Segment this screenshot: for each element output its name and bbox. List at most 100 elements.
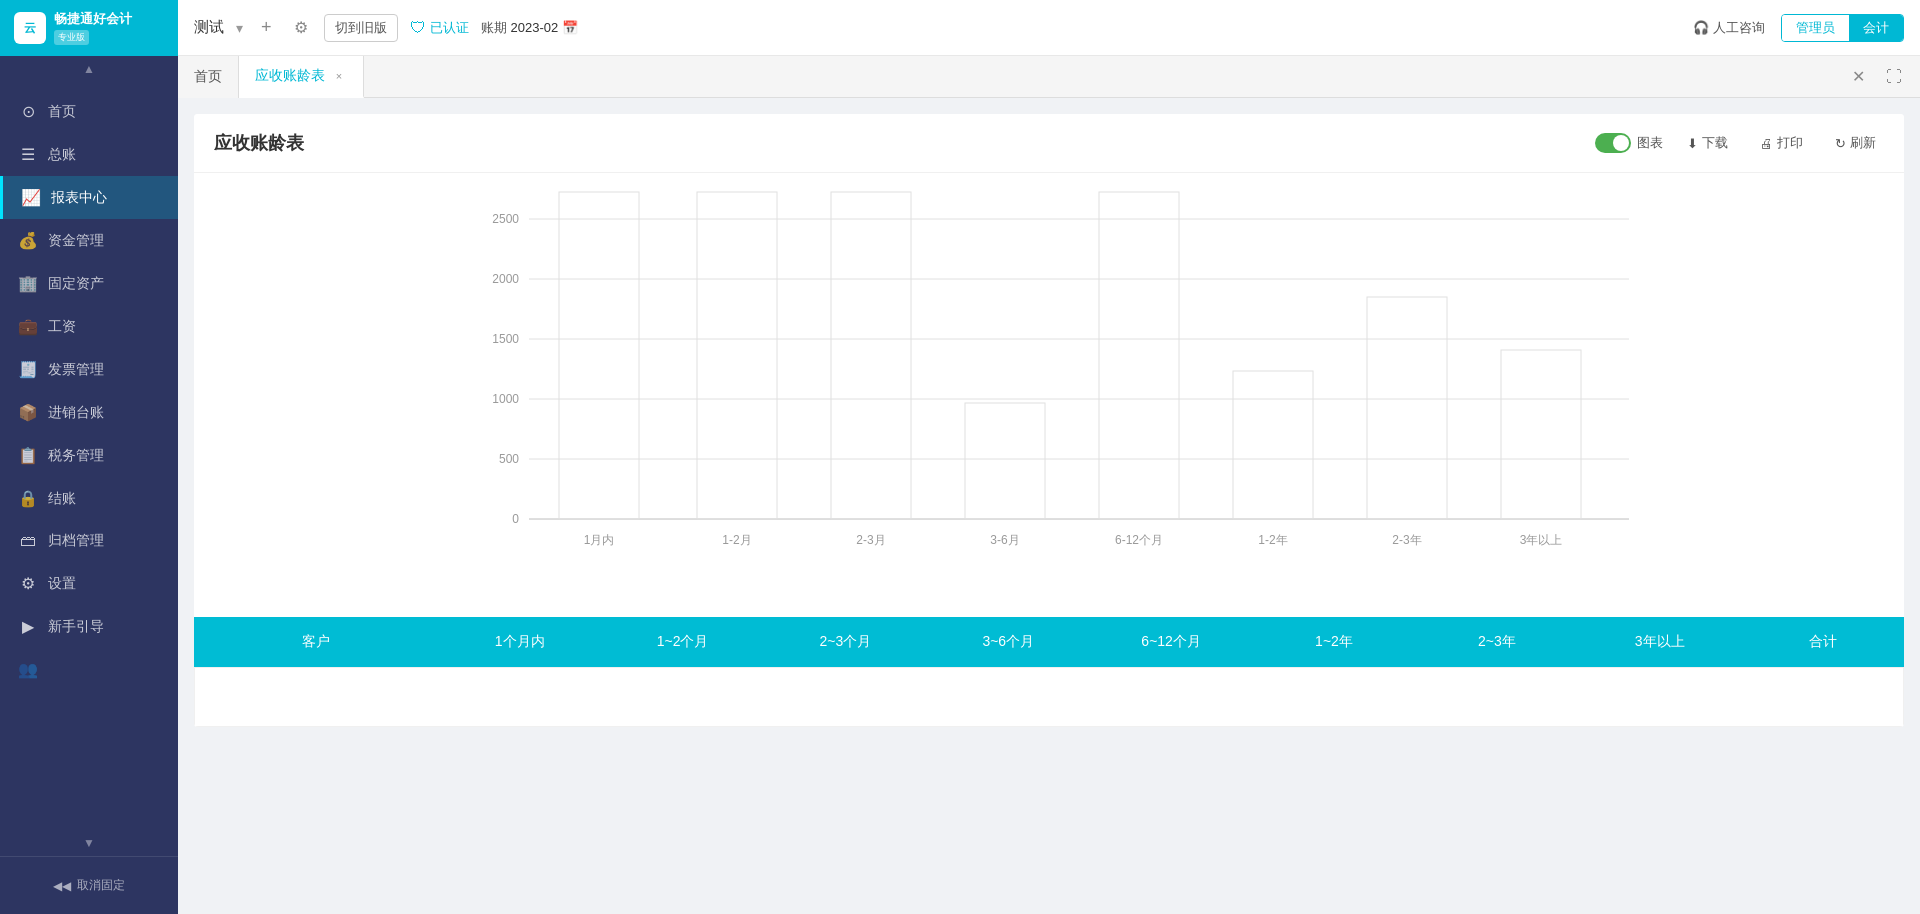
col-3y-plus: 3年以上: [1578, 617, 1741, 667]
sidebar-bottom: ◀◀ 取消固定: [0, 856, 178, 914]
header-right: 🎧 人工咨询 管理员 会计: [1693, 14, 1904, 42]
svg-text:0: 0: [512, 512, 519, 526]
sidebar-item-archive[interactable]: 🗃 归档管理: [0, 520, 178, 562]
close-tab-button[interactable]: ✕: [1844, 63, 1872, 91]
sidebar-item-home[interactable]: ⊙ 首页: [0, 90, 178, 133]
top-header: 测试 ▾ + ⚙ 切到旧版 🛡 已认证 账期 2023-02 📅 🎧 人工咨询 …: [178, 0, 1920, 56]
archive-icon: 🗃: [18, 532, 38, 550]
scroll-down-arrow[interactable]: ▼: [81, 834, 97, 852]
print-label: 打印: [1777, 134, 1803, 152]
sidebar-label-archive: 归档管理: [48, 532, 104, 550]
tabs-right-controls: ✕ ⛶: [1844, 63, 1920, 91]
col-total: 合计: [1741, 617, 1904, 667]
chart-toggle-label: 图表: [1637, 134, 1663, 152]
report-container: 应收账龄表 图表 ⬇ 下载 🖨 打印 ↻: [194, 114, 1904, 727]
sidebar-item-closing[interactable]: 🔒 结账: [0, 477, 178, 520]
refresh-label: 刷新: [1850, 134, 1876, 152]
svg-text:1-2年: 1-2年: [1258, 533, 1287, 547]
sidebar-item-partial[interactable]: 👥: [0, 648, 178, 691]
svg-text:1500: 1500: [492, 332, 519, 346]
tax-icon: 📋: [18, 446, 38, 465]
svg-text:500: 500: [499, 452, 519, 466]
svg-rect-19: [1367, 297, 1447, 519]
shield-icon: 🛡: [410, 19, 426, 37]
logo-name: 畅捷通好会计: [54, 11, 132, 28]
cancel-fixed-button[interactable]: ◀◀ 取消固定: [0, 867, 178, 904]
col-2-3m: 2~3个月: [764, 617, 927, 667]
report-title: 应收账龄表: [214, 131, 304, 155]
sidebar-item-settings[interactable]: ⚙ 设置: [0, 562, 178, 605]
sidebar-label-inventory: 进销台账: [48, 404, 104, 422]
svg-text:1-2月: 1-2月: [722, 533, 751, 547]
tab-ar-aging[interactable]: 应收账龄表 ×: [239, 56, 364, 98]
refresh-button[interactable]: ↻ 刷新: [1827, 130, 1884, 156]
chart-toggle-switch[interactable]: [1595, 133, 1631, 153]
project-name: 测试: [194, 18, 224, 37]
sidebar-label-tax: 税务管理: [48, 447, 104, 465]
user-tabs: 管理员 会计: [1781, 14, 1904, 42]
tabs-bar: 首页 应收账龄表 × ✕ ⛶: [178, 56, 1920, 98]
inventory-icon: 📦: [18, 403, 38, 422]
cancel-fixed-icon: ◀◀: [53, 879, 71, 893]
tab-manager[interactable]: 管理员: [1782, 15, 1849, 41]
sidebar-item-inventory[interactable]: 📦 进销台账: [0, 391, 178, 434]
tab-ar-aging-close[interactable]: ×: [331, 68, 347, 84]
sidebar-item-tax[interactable]: 📋 税务管理: [0, 434, 178, 477]
partial-icon: 👥: [18, 660, 38, 679]
chart-toggle-group: 图表: [1595, 133, 1663, 153]
certified-badge: 🛡 已认证: [410, 19, 469, 37]
sidebar-item-ledger[interactable]: ☰ 总账: [0, 133, 178, 176]
scroll-up-arrow[interactable]: ▲: [81, 60, 97, 78]
report-header: 应收账龄表 图表 ⬇ 下载 🖨 打印 ↻: [194, 114, 1904, 172]
maximize-button[interactable]: ⛶: [1880, 63, 1908, 91]
sidebar-item-guide[interactable]: ▶ 新手引导: [0, 605, 178, 648]
sidebar-label-closing: 结账: [48, 490, 76, 508]
service-button[interactable]: 🎧 人工咨询: [1693, 19, 1765, 37]
ledger-icon: ☰: [18, 145, 38, 164]
svg-text:2000: 2000: [492, 272, 519, 286]
svg-rect-18: [1233, 371, 1313, 519]
col-1m: 1个月内: [438, 617, 601, 667]
sidebar-label-payroll: 工资: [48, 318, 76, 336]
page-content: 应收账龄表 图表 ⬇ 下载 🖨 打印 ↻: [178, 98, 1920, 914]
sidebar-item-payroll[interactable]: 💼 工资: [0, 305, 178, 348]
sidebar-item-invoice[interactable]: 🧾 发票管理: [0, 348, 178, 391]
download-label: 下载: [1702, 134, 1728, 152]
svg-rect-14: [697, 192, 777, 519]
sidebar: 云 畅捷通好会计 专业版 ▲ ⊙ 首页 ☰ 总账 📈 报表中心 💰 资金管理 🏢: [0, 0, 178, 914]
sidebar-item-reports[interactable]: 📈 报表中心: [0, 176, 178, 219]
service-label: 人工咨询: [1713, 19, 1765, 37]
sidebar-item-assets[interactable]: 🏢 固定资产: [0, 262, 178, 305]
svg-text:3-6月: 3-6月: [990, 533, 1019, 547]
dropdown-arrow-icon[interactable]: ▾: [236, 20, 243, 36]
download-icon: ⬇: [1687, 136, 1698, 151]
sidebar-label-reports: 报表中心: [51, 189, 107, 207]
sidebar-label-funds: 资金管理: [48, 232, 104, 250]
col-1-2m: 1~2个月: [601, 617, 764, 667]
chart-area: 0 500 1000 1500 2000 2500: [194, 172, 1904, 605]
tab-home[interactable]: 首页: [178, 56, 239, 98]
sidebar-label-assets: 固定资产: [48, 275, 104, 293]
header-settings-icon[interactable]: ⚙: [288, 16, 314, 39]
print-button[interactable]: 🖨 打印: [1752, 130, 1811, 156]
calendar-icon[interactable]: 📅: [562, 20, 578, 35]
svg-rect-17: [1099, 192, 1179, 519]
download-button[interactable]: ⬇ 下载: [1679, 130, 1736, 156]
cancel-fixed-label: 取消固定: [77, 877, 125, 894]
svg-text:1月内: 1月内: [584, 533, 615, 547]
invoice-icon: 🧾: [18, 360, 38, 379]
old-version-button[interactable]: 切到旧版: [324, 14, 398, 42]
col-2-3y: 2~3年: [1415, 617, 1578, 667]
add-project-icon[interactable]: +: [255, 15, 278, 40]
period-value: 2023-02: [511, 20, 559, 35]
scroll-down-area: ▼: [0, 830, 178, 856]
svg-text:3年以上: 3年以上: [1520, 533, 1563, 547]
report-actions: 图表 ⬇ 下载 🖨 打印 ↻ 刷新: [1595, 130, 1884, 156]
sidebar-item-funds[interactable]: 💰 资金管理: [0, 219, 178, 262]
period-badge: 账期 2023-02 📅: [481, 19, 579, 37]
headset-icon: 🎧: [1693, 20, 1709, 35]
logo-badge: 专业版: [54, 30, 89, 45]
reports-icon: 📈: [21, 188, 41, 207]
tab-accountant[interactable]: 会计: [1849, 15, 1903, 41]
col-customer: 客户: [194, 617, 438, 667]
